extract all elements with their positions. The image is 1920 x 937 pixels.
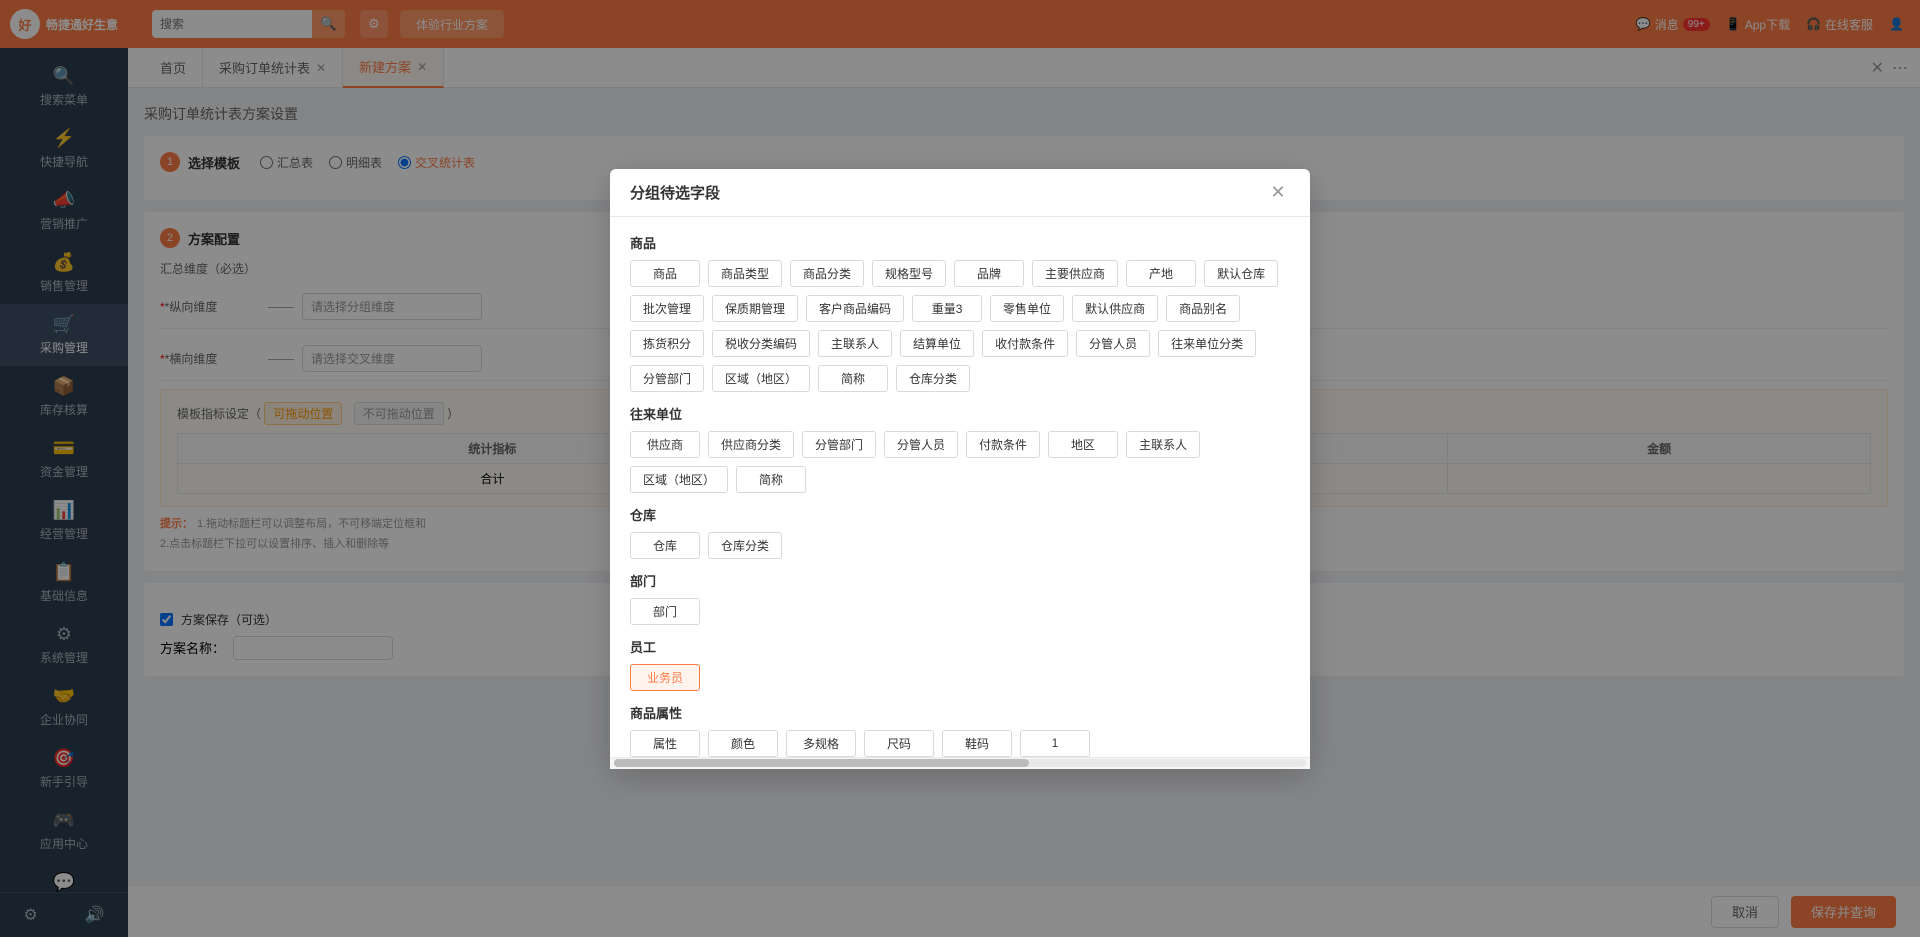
field-tag[interactable]: 产地 (1126, 260, 1196, 287)
section-title-仓库: 仓库 (630, 505, 1290, 524)
modal-header: 分组待选字段 ✕ (610, 169, 1310, 217)
field-tag[interactable]: 颜色 (708, 730, 778, 757)
field-tag[interactable]: 批次管理 (630, 295, 704, 322)
field-tag[interactable]: 品牌 (954, 260, 1024, 287)
modal-dialog: 分组待选字段 ✕ 商品商品商品类型商品分类规格型号品牌主要供应商产地默认仓库批次… (610, 169, 1310, 769)
field-tag[interactable]: 分管人员 (884, 431, 958, 458)
field-grid-商品属性: 属性颜色多规格尺码鞋码 1 (630, 730, 1290, 757)
field-tag[interactable]: 默认供应商 (1072, 295, 1158, 322)
field-tag[interactable]: 客户商品编码 (806, 295, 904, 322)
field-tag[interactable]: 业务员 (630, 664, 700, 691)
field-tag[interactable]: 保质期管理 (712, 295, 798, 322)
field-tag[interactable]: 商品类型 (708, 260, 782, 287)
field-tag[interactable]: 重量3 (912, 295, 982, 322)
field-tag[interactable]: 1 (1020, 730, 1090, 757)
field-tag[interactable]: 仓库分类 (708, 532, 782, 559)
field-grid-仓库: 仓库仓库分类 (630, 532, 1290, 559)
field-grid-部门: 部门 (630, 598, 1290, 625)
field-tag[interactable]: 主联系人 (1126, 431, 1200, 458)
field-tag[interactable]: 拣货积分 (630, 330, 704, 357)
field-tag[interactable]: 仓库 (630, 532, 700, 559)
field-tag[interactable]: 零售单位 (990, 295, 1064, 322)
field-tag[interactable]: 商品分类 (790, 260, 864, 287)
field-tag[interactable]: 往来单位分类 (1158, 330, 1256, 357)
field-tag[interactable]: 规格型号 (872, 260, 946, 287)
section-title-部门: 部门 (630, 571, 1290, 590)
field-tag[interactable]: 税收分类编码 (712, 330, 810, 357)
modal-hscrollbar[interactable] (610, 757, 1310, 769)
field-tag[interactable]: 部门 (630, 598, 700, 625)
field-tag[interactable]: 付款条件 (966, 431, 1040, 458)
field-tag[interactable]: 多规格 (786, 730, 856, 757)
field-tag[interactable]: 鞋码 (942, 730, 1012, 757)
field-tag[interactable]: 地区 (1048, 431, 1118, 458)
hscrollbar-thumb (614, 759, 1029, 767)
field-tag[interactable]: 默认仓库 (1204, 260, 1278, 287)
section-title-商品属性: 商品属性 (630, 703, 1290, 722)
modal-title: 分组待选字段 (630, 182, 720, 203)
field-grid-往来单位: 供应商供应商分类分管部门分管人员付款条件地区主联系人区域（地区） 简称 (630, 431, 1290, 493)
section-title-往来单位: 往来单位 (630, 404, 1290, 423)
field-grid-员工: 业务员 (630, 664, 1290, 691)
field-tag[interactable]: 尺码 (864, 730, 934, 757)
field-tag[interactable]: 商品 (630, 260, 700, 287)
field-tag[interactable]: 区域（地区） (712, 365, 810, 392)
field-tag[interactable]: 主联系人 (818, 330, 892, 357)
section-title-商品: 商品 (630, 233, 1290, 252)
field-tag[interactable]: 属性 (630, 730, 700, 757)
field-tag[interactable]: 供应商 (630, 431, 700, 458)
field-tag[interactable]: 主要供应商 (1032, 260, 1118, 287)
modal-overlay: 分组待选字段 ✕ 商品商品商品类型商品分类规格型号品牌主要供应商产地默认仓库批次… (0, 0, 1920, 937)
field-tag[interactable]: 分管人员 (1076, 330, 1150, 357)
field-tag[interactable]: 分管部门 (802, 431, 876, 458)
field-tag[interactable]: 简称 (818, 365, 888, 392)
section-title-员工: 员工 (630, 637, 1290, 656)
field-tag[interactable]: 仓库分类 (896, 365, 970, 392)
field-tag[interactable]: 结算单位 (900, 330, 974, 357)
field-tag[interactable]: 商品别名 (1166, 295, 1240, 322)
modal-body: 商品商品商品类型商品分类规格型号品牌主要供应商产地默认仓库批次管理保质期管理客户… (610, 217, 1310, 757)
modal-close-button[interactable]: ✕ (1266, 180, 1290, 204)
field-tag[interactable]: 供应商分类 (708, 431, 794, 458)
field-tag[interactable]: 收付款条件 (982, 330, 1068, 357)
field-grid-商品: 商品商品类型商品分类规格型号品牌主要供应商产地默认仓库批次管理保质期管理客户商品… (630, 260, 1290, 392)
field-tag[interactable]: 分管部门 (630, 365, 704, 392)
field-tag[interactable]: 区域（地区） (630, 466, 728, 493)
field-tag[interactable]: 简称 (736, 466, 806, 493)
